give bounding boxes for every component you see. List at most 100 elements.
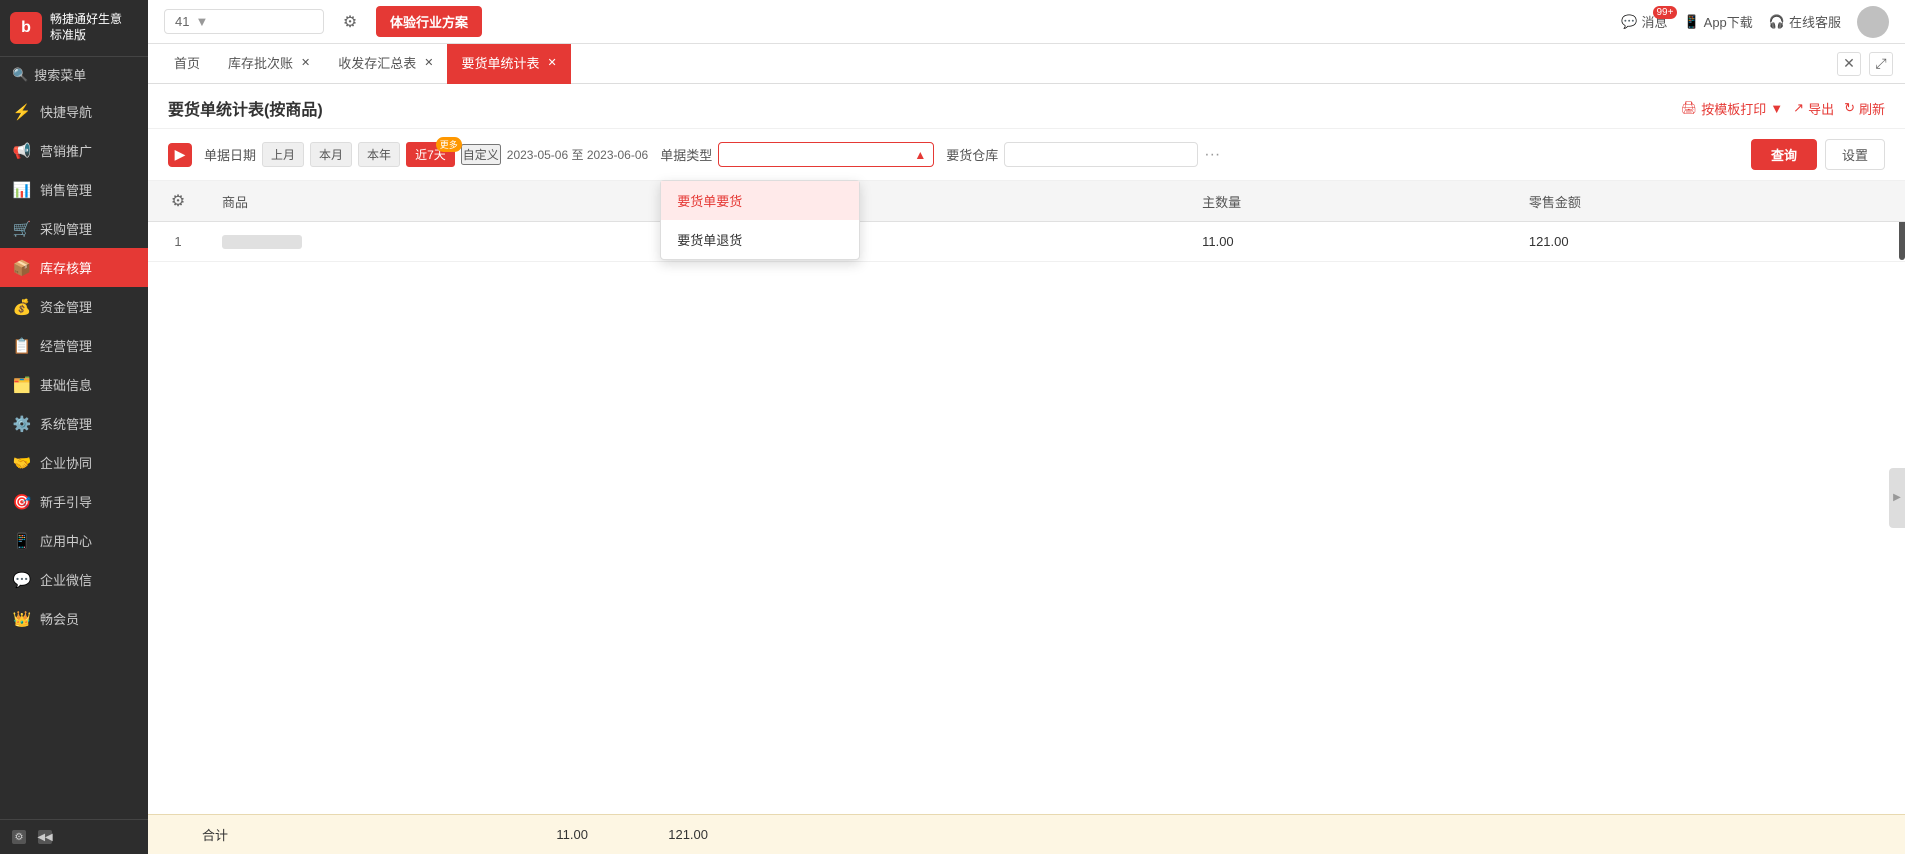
tab-close-batch[interactable]: ✕ bbox=[301, 56, 310, 69]
refresh-button[interactable]: ↻ 刷新 bbox=[1844, 99, 1885, 118]
tabbar: 首页 库存批次账 ✕ 收发存汇总表 ✕ 要货单统计表 ✕ ✕ ⤢ bbox=[148, 44, 1905, 84]
store-selector[interactable]: 41 ▼ bbox=[164, 9, 324, 34]
sidebar-search[interactable]: 🔍 搜索菜单 bbox=[0, 57, 148, 92]
app-center-icon: 📱 bbox=[12, 532, 32, 550]
inventory-icon: 📦 bbox=[12, 259, 32, 277]
date-this-month-btn[interactable]: 本月 bbox=[310, 142, 352, 167]
table-row: 1 块 11.00 121.00 bbox=[148, 222, 1905, 262]
sidebar-item-operation[interactable]: 📋 经营管理 bbox=[0, 326, 148, 365]
type-label: 单据类型 bbox=[660, 145, 712, 164]
topbar-gear-icon[interactable]: ⚙ bbox=[336, 8, 364, 36]
footer-amount: 121.00 bbox=[602, 827, 722, 842]
collapse-icon[interactable]: ◀◀ bbox=[38, 830, 52, 844]
app-download-btn[interactable]: 📱 App下载 bbox=[1683, 12, 1752, 31]
date-recent-7-btn[interactable]: 近7天 更多 bbox=[406, 142, 455, 167]
user-avatar[interactable] bbox=[1857, 6, 1889, 38]
print-chevron-icon: ▼ bbox=[1770, 101, 1783, 116]
system-icon: ⚙️ bbox=[12, 415, 32, 433]
service-btn[interactable]: 🎧 在线客服 bbox=[1769, 12, 1841, 31]
type-input[interactable] bbox=[718, 142, 934, 167]
message-icon: 💬 bbox=[1621, 14, 1637, 30]
marketing-icon: 📢 bbox=[12, 142, 32, 160]
messages-btn[interactable]: 💬 消息 99+ bbox=[1621, 12, 1667, 31]
tab-controls: ✕ ⤢ bbox=[1837, 52, 1893, 76]
type-dropdown: 要货单要货 要货单退货 bbox=[660, 180, 860, 260]
warehouse-more-icon[interactable]: ··· bbox=[1204, 146, 1220, 164]
tab-expand-icon[interactable]: ⤢ bbox=[1869, 52, 1893, 76]
date-filter-group: 单据日期 上月 本月 本年 近7天 更多 自定义 2023-05-06 至 20… bbox=[204, 142, 648, 167]
sidebar-item-member[interactable]: 👑 畅会员 bbox=[0, 599, 148, 638]
filter-expand-button[interactable]: ▶ bbox=[168, 143, 192, 167]
date-this-year-btn[interactable]: 本年 bbox=[358, 142, 400, 167]
print-button[interactable]: 🖨 按模板打印 ▼ bbox=[1681, 99, 1783, 118]
table-settings-icon[interactable]: ⚙ bbox=[162, 191, 194, 211]
mobile-icon: 📱 bbox=[1683, 14, 1699, 30]
guide-icon: 🎯 bbox=[12, 493, 32, 511]
date-custom-btn[interactable]: 自定义 bbox=[461, 144, 501, 165]
date-last-month-btn[interactable]: 上月 bbox=[262, 142, 304, 167]
headset-icon: 🎧 bbox=[1769, 14, 1785, 30]
page-header-actions: 🖨 按模板打印 ▼ ↗ 导出 ↻ 刷新 bbox=[1681, 99, 1885, 118]
data-table: ⚙ 商品 主计量单位 主数量 零售金额 1 bbox=[148, 181, 1905, 262]
tab-close-collection[interactable]: ✕ bbox=[424, 56, 433, 69]
sidebar-item-marketing[interactable]: 📢 营销推广 bbox=[0, 131, 148, 170]
tab-home[interactable]: 首页 bbox=[160, 44, 214, 84]
right-collapse-btn[interactable]: ▶ bbox=[1889, 468, 1905, 528]
footer-quantity: 11.00 bbox=[402, 827, 602, 842]
sidebar-item-enterprise[interactable]: 🤝 企业协同 bbox=[0, 443, 148, 482]
settings-button[interactable]: 设置 bbox=[1825, 139, 1885, 170]
query-button[interactable]: 查询 bbox=[1751, 139, 1817, 170]
sidebar-item-app-center[interactable]: 📱 应用中心 bbox=[0, 521, 148, 560]
sidebar-item-basic[interactable]: 🗂️ 基础信息 bbox=[0, 365, 148, 404]
app-logo-icon: b bbox=[10, 12, 42, 44]
finance-icon: 💰 bbox=[12, 298, 32, 316]
date-label: 单据日期 bbox=[204, 145, 256, 164]
date-range-display: 2023-05-06 至 2023-06-06 bbox=[507, 146, 648, 163]
sidebar-item-system[interactable]: ⚙️ 系统管理 bbox=[0, 404, 148, 443]
warehouse-filter-group: 要货仓库 ··· bbox=[946, 142, 1220, 167]
tab-close-order[interactable]: ✕ bbox=[548, 56, 557, 69]
col-quantity-header: 主数量 bbox=[1188, 181, 1515, 222]
trial-button[interactable]: 体验行业方案 bbox=[376, 6, 482, 37]
sidebar-item-wechat[interactable]: 💬 企业微信 bbox=[0, 560, 148, 599]
row-product bbox=[208, 222, 735, 262]
settings-bottom-icon[interactable]: ⚙ bbox=[12, 830, 26, 844]
sidebar-item-quick-nav[interactable]: ⚡ 快捷导航 bbox=[0, 92, 148, 131]
sidebar-bottom: ⚙ ◀◀ bbox=[0, 819, 148, 854]
purchase-icon: 🛒 bbox=[12, 220, 32, 238]
tab-collection-summary[interactable]: 收发存汇总表 ✕ bbox=[324, 44, 447, 84]
tab-close-all-icon[interactable]: ✕ bbox=[1837, 52, 1861, 76]
export-icon: ↗ bbox=[1793, 100, 1804, 116]
sidebar-item-finance[interactable]: 💰 资金管理 bbox=[0, 287, 148, 326]
table-header-row: ⚙ 商品 主计量单位 主数量 零售金额 bbox=[148, 181, 1905, 222]
sidebar-item-sales[interactable]: 📊 销售管理 bbox=[0, 170, 148, 209]
sidebar-logo: b 畅捷通好生意 标准版 bbox=[0, 0, 148, 57]
topbar-right: 💬 消息 99+ 📱 App下载 🎧 在线客服 bbox=[1621, 6, 1889, 38]
tab-order-stats[interactable]: 要货单统计表 ✕ bbox=[447, 44, 570, 84]
main-area: 41 ▼ ⚙ 体验行业方案 💬 消息 99+ 📱 App下载 🎧 在线客服 首页 bbox=[148, 0, 1905, 854]
row-quantity: 11.00 bbox=[1188, 222, 1515, 262]
chevron-down-icon: ▼ bbox=[195, 14, 208, 29]
enterprise-icon: 🤝 bbox=[12, 454, 32, 472]
sidebar-item-inventory[interactable]: 📦 库存核算 bbox=[0, 248, 148, 287]
topbar: 41 ▼ ⚙ 体验行业方案 💬 消息 99+ 📱 App下载 🎧 在线客服 bbox=[148, 0, 1905, 44]
col-amount-header: 零售金额 bbox=[1515, 181, 1905, 222]
member-icon: 👑 bbox=[12, 610, 32, 628]
export-button[interactable]: ↗ 导出 bbox=[1793, 99, 1834, 118]
type-input-wrapper: ▲ bbox=[718, 142, 934, 167]
print-icon: 🖨 bbox=[1681, 100, 1698, 116]
dropdown-item-order-req[interactable]: 要货单要货 bbox=[661, 181, 859, 220]
filter-bar: ▶ 单据日期 上月 本月 本年 近7天 更多 自定义 2023-05-06 至 … bbox=[148, 129, 1905, 181]
search-icon: 🔍 bbox=[12, 67, 28, 83]
sales-icon: 📊 bbox=[12, 181, 32, 199]
sidebar-item-purchase[interactable]: 🛒 采购管理 bbox=[0, 209, 148, 248]
warehouse-input[interactable] bbox=[1004, 142, 1198, 167]
tab-batch-account[interactable]: 库存批次账 ✕ bbox=[214, 44, 324, 84]
row-no: 1 bbox=[148, 222, 208, 262]
sidebar-item-guide[interactable]: 🎯 新手引导 bbox=[0, 482, 148, 521]
refresh-icon: ↻ bbox=[1844, 100, 1855, 116]
row-amount: 121.00 bbox=[1515, 222, 1905, 262]
dropdown-item-order-ret[interactable]: 要货单退货 bbox=[661, 220, 859, 259]
table-area: ⚙ 商品 主计量单位 主数量 零售金额 1 bbox=[148, 181, 1905, 814]
sidebar: b 畅捷通好生意 标准版 🔍 搜索菜单 ⚡ 快捷导航 📢 营销推广 📊 销售管理… bbox=[0, 0, 148, 854]
